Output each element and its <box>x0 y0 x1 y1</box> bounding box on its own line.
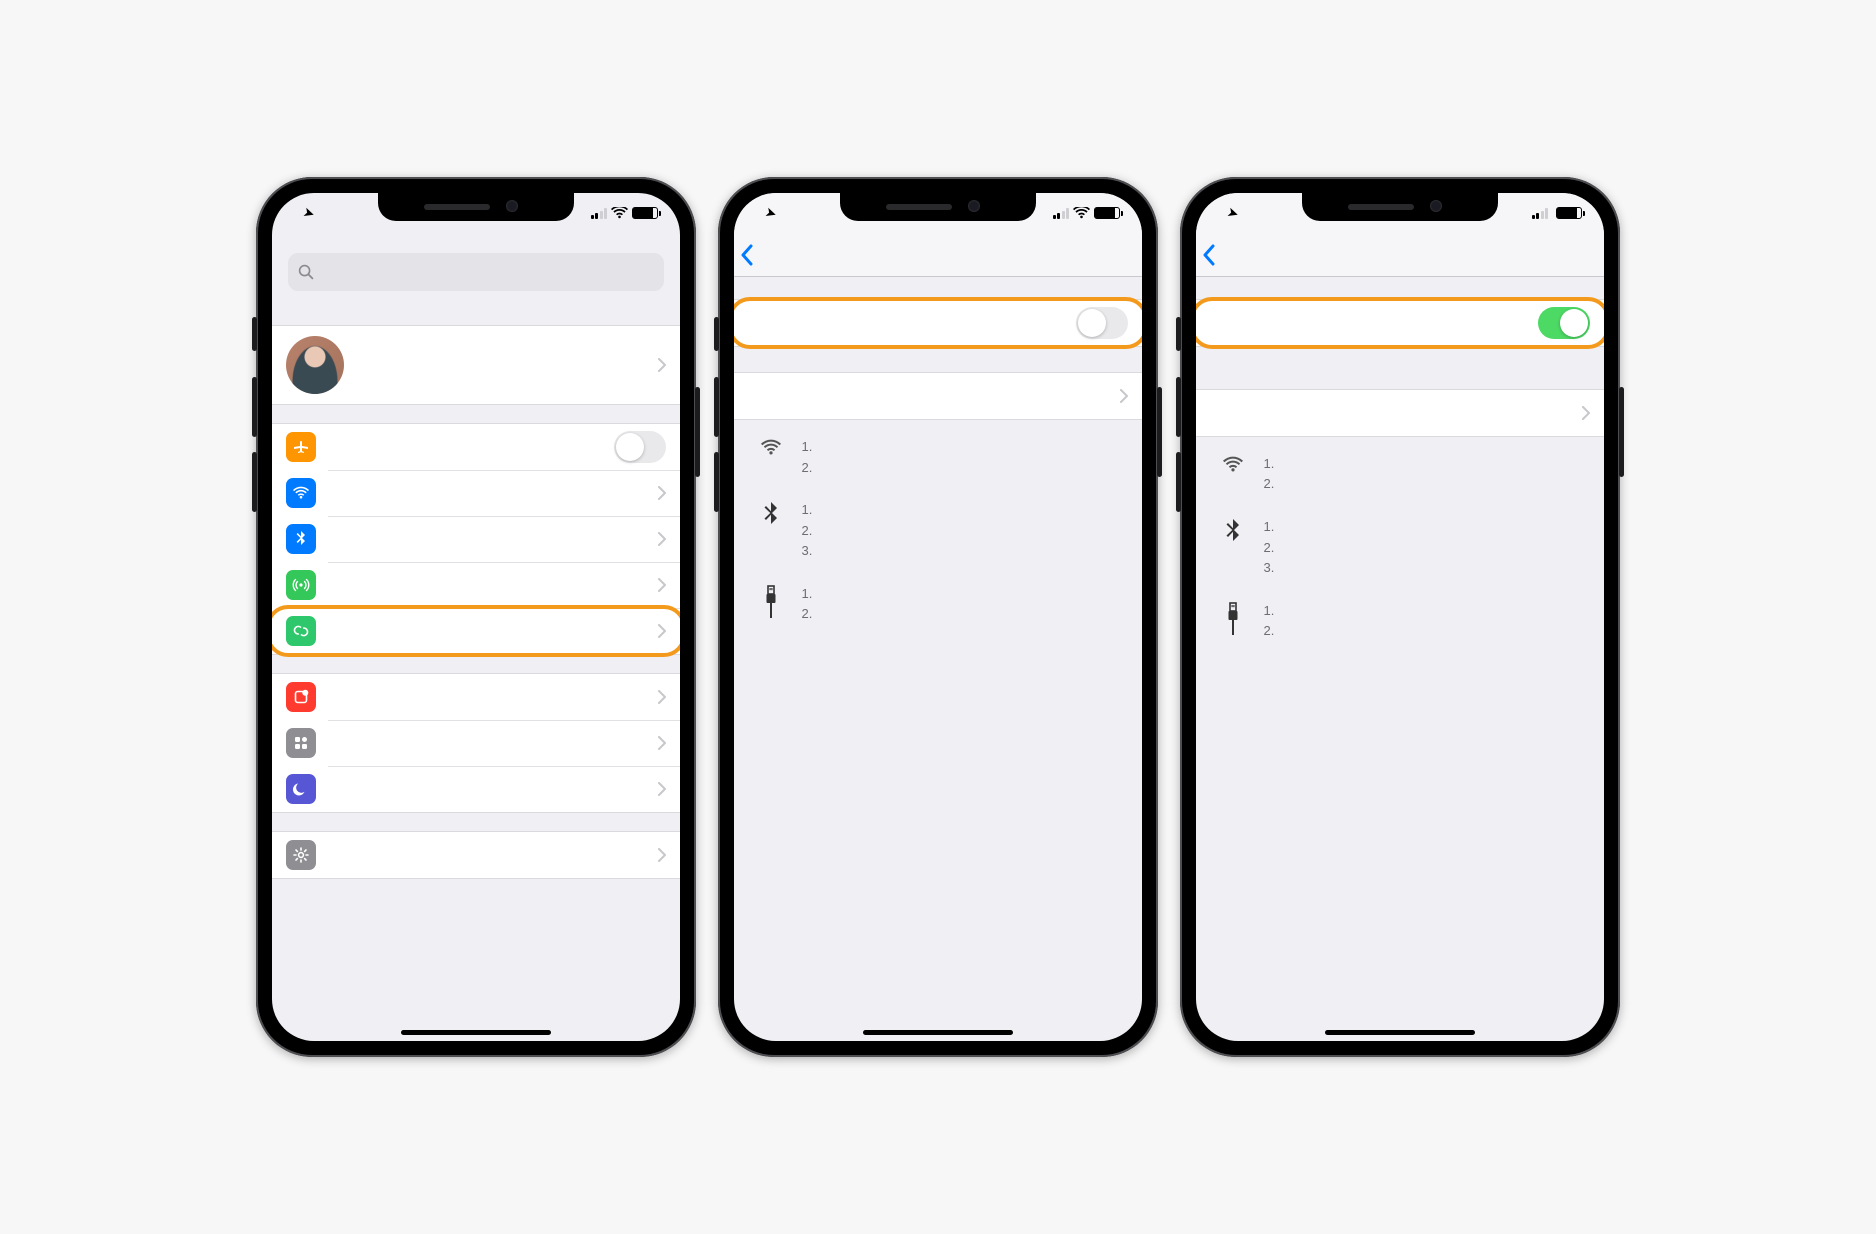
chevron-right-icon <box>658 624 666 638</box>
bluetooth-icon <box>286 524 316 554</box>
do-not-disturb-cell[interactable] <box>272 766 680 812</box>
chevron-right-icon <box>1120 389 1128 403</box>
instr-step <box>816 542 1126 560</box>
instructions-wifi <box>734 420 1142 483</box>
back-button[interactable] <box>1202 233 1217 276</box>
signal-icon <box>1053 208 1070 219</box>
chevron-right-icon <box>658 782 666 796</box>
wifi-icon <box>611 207 628 219</box>
signal-icon <box>1532 208 1549 219</box>
bluetooth-icon <box>1212 514 1254 580</box>
hotspot-icon <box>286 616 316 646</box>
chevron-left-icon <box>1202 244 1215 266</box>
airplane-icon <box>286 432 316 462</box>
chevron-right-icon <box>658 532 666 546</box>
instr-step <box>1278 475 1588 493</box>
battery-icon <box>1556 207 1582 219</box>
home-indicator <box>401 1030 551 1035</box>
toggle-footnote <box>1196 347 1604 371</box>
wifi-password-cell[interactable] <box>1196 390 1604 436</box>
chevron-right-icon <box>658 736 666 750</box>
instr-step <box>1278 559 1588 577</box>
page-title <box>272 233 680 253</box>
instr-step <box>816 438 1126 456</box>
chevron-right-icon <box>658 690 666 704</box>
home-indicator <box>1325 1030 1475 1035</box>
nav-header <box>1196 233 1604 277</box>
notifications-cell[interactable] <box>272 674 680 720</box>
chevron-right-icon <box>658 486 666 500</box>
instr-step <box>816 501 1126 519</box>
wifi-icon <box>1212 451 1254 496</box>
instructions-bluetooth <box>1196 500 1604 584</box>
instructions-wifi <box>1196 437 1604 500</box>
battery-icon <box>1094 207 1120 219</box>
instr-step <box>816 605 1126 623</box>
wifi-icon <box>1073 207 1090 219</box>
chevron-right-icon <box>658 578 666 592</box>
phone-2: ➤ <box>718 177 1158 1057</box>
instr-step <box>816 585 1126 603</box>
apple-id-cell[interactable] <box>272 326 680 404</box>
home-indicator <box>863 1030 1013 1035</box>
general-cell[interactable] <box>272 832 680 878</box>
instr-step <box>1278 455 1588 473</box>
battery-icon <box>632 207 658 219</box>
hotspot-toggle-cell[interactable] <box>734 300 1142 346</box>
notch <box>1302 193 1498 221</box>
hotspot-switch[interactable] <box>1538 307 1590 339</box>
bluetooth-cell[interactable] <box>272 516 680 562</box>
phone-1: ➤ <box>256 177 696 1057</box>
notch <box>840 193 1036 221</box>
toggle-footnote <box>734 347 1142 354</box>
chevron-right-icon <box>1582 406 1590 420</box>
instr-step <box>1278 518 1588 536</box>
hotspot-toggle-cell[interactable] <box>1196 300 1604 346</box>
wifi-icon <box>286 478 316 508</box>
gear-icon <box>286 840 316 870</box>
wifi-icon <box>750 434 792 479</box>
back-button[interactable] <box>740 233 755 276</box>
airplane-mode-cell[interactable] <box>272 424 680 470</box>
location-icon: ➤ <box>1226 205 1240 221</box>
search-input[interactable] <box>288 253 664 291</box>
airplane-switch[interactable] <box>614 431 666 463</box>
instructions-bluetooth <box>734 483 1142 567</box>
signal-icon <box>591 208 608 219</box>
notifications-icon <box>286 682 316 712</box>
control-center-cell[interactable] <box>272 720 680 766</box>
instr-step <box>816 459 1126 477</box>
usb-icon <box>1212 598 1254 643</box>
hotspot-switch[interactable] <box>1076 307 1128 339</box>
instructions-usb <box>734 567 1142 630</box>
location-icon: ➤ <box>302 205 316 221</box>
moon-icon <box>286 774 316 804</box>
avatar <box>286 336 344 394</box>
chevron-right-icon <box>658 358 666 372</box>
wifi-cell[interactable] <box>272 470 680 516</box>
instr-step <box>1278 539 1588 557</box>
cellular-icon <box>286 570 316 600</box>
instr-step <box>1278 622 1588 640</box>
control-center-icon <box>286 728 316 758</box>
location-icon: ➤ <box>764 205 778 221</box>
nav-header <box>734 233 1142 277</box>
notch <box>378 193 574 221</box>
wifi-password-cell[interactable] <box>734 373 1142 419</box>
chevron-left-icon <box>740 244 753 266</box>
usb-icon <box>750 581 792 626</box>
search-icon <box>298 264 314 280</box>
phone-3: ➤ <box>1180 177 1620 1057</box>
cellular-cell[interactable] <box>272 562 680 608</box>
instr-step <box>1278 602 1588 620</box>
personal-hotspot-cell[interactable] <box>272 608 680 654</box>
instructions-usb <box>1196 584 1604 647</box>
chevron-right-icon <box>658 848 666 862</box>
bluetooth-icon <box>750 497 792 563</box>
instr-step <box>816 522 1126 540</box>
